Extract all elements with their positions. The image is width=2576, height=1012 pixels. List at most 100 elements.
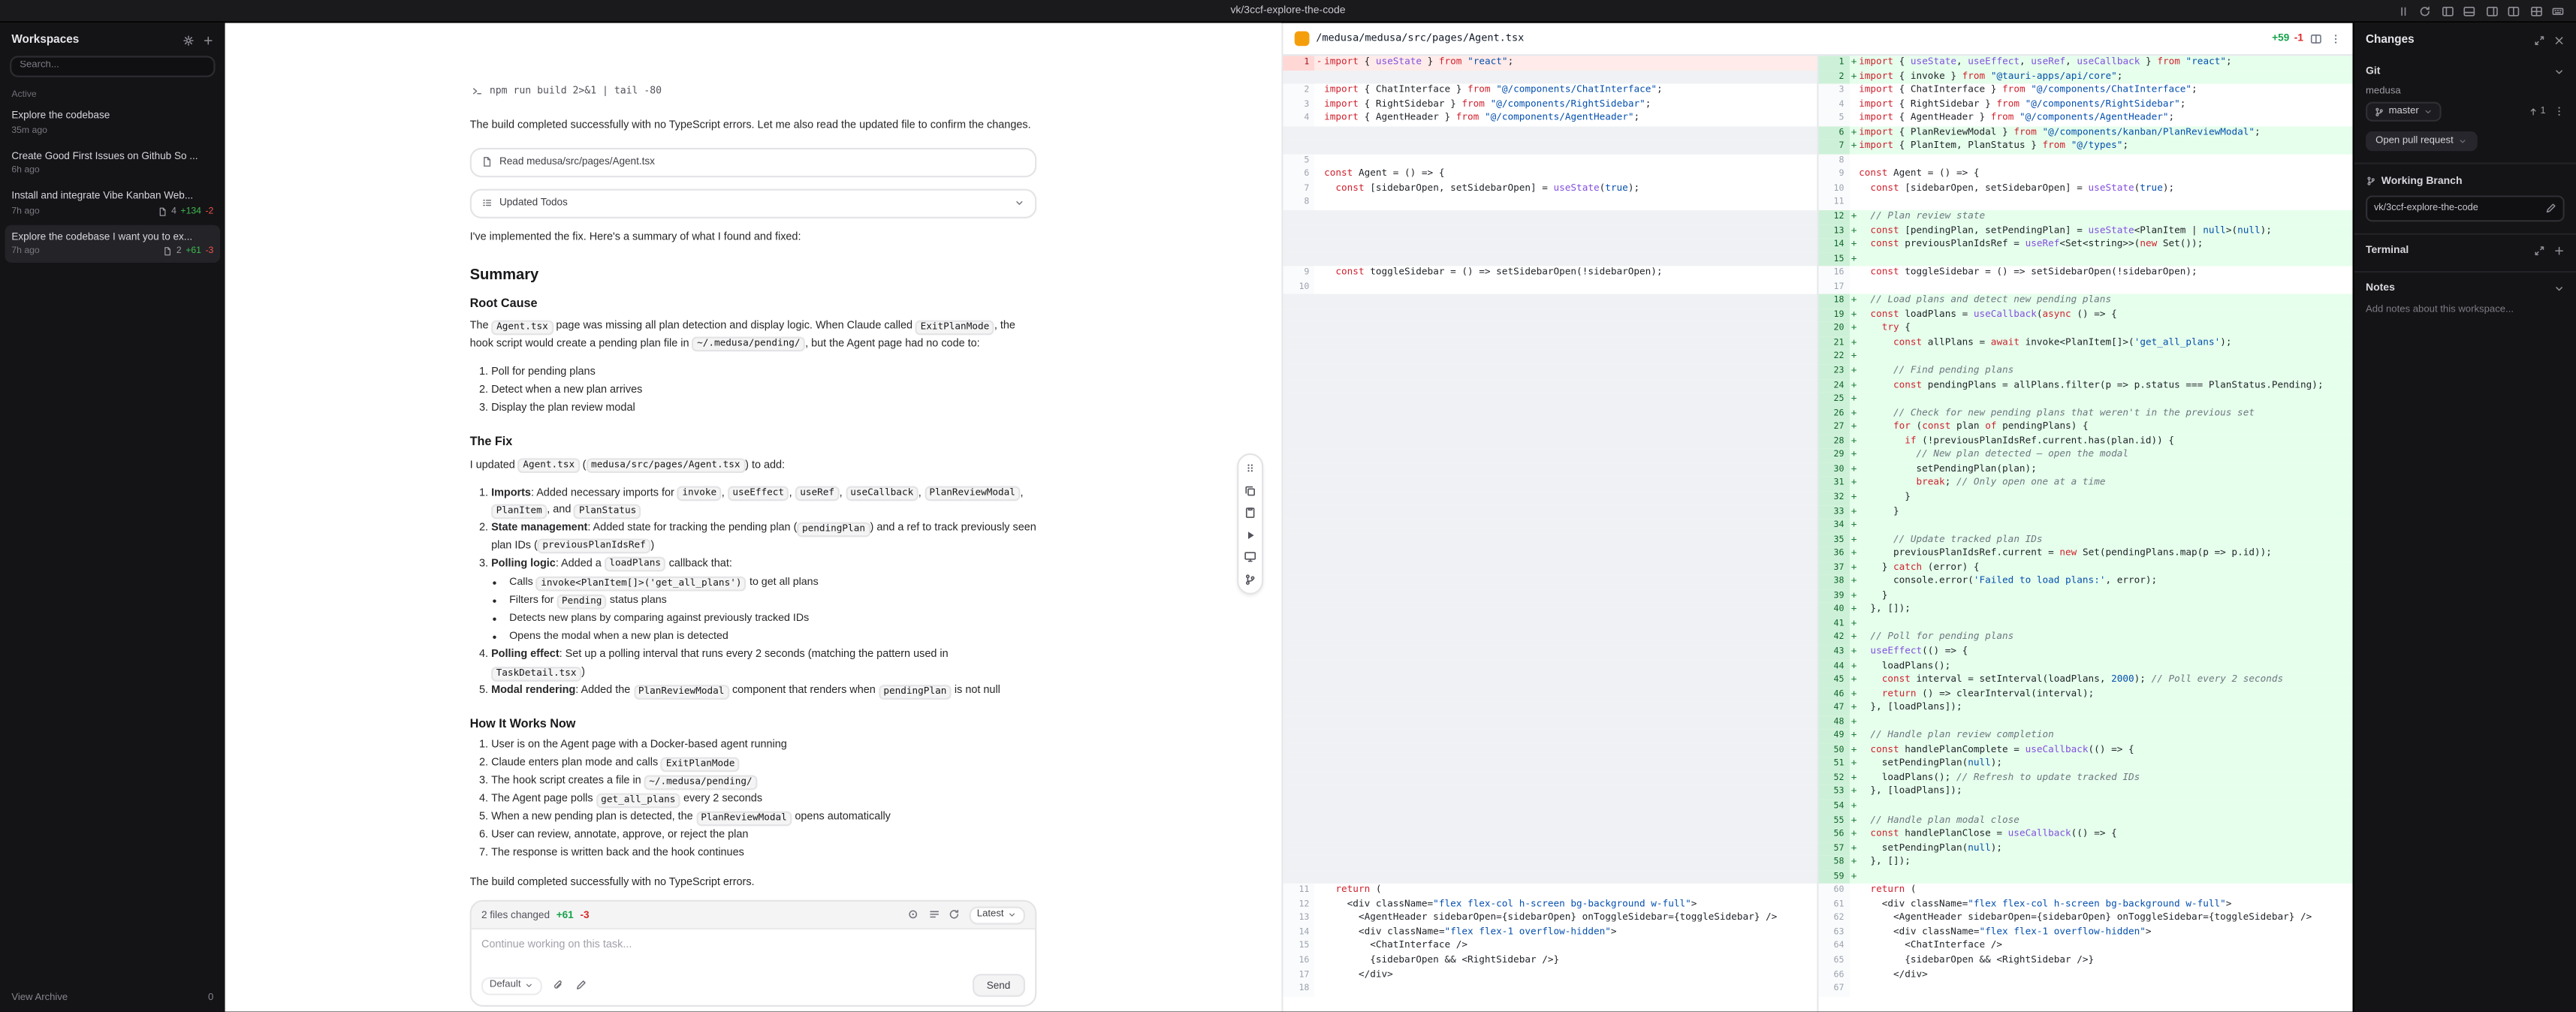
text-span: I updated	[470, 459, 518, 471]
diff-line: 13+ const [pendingPlan, setPendingPlan] …	[1817, 224, 2352, 239]
branch-selector[interactable]: master	[2366, 101, 2441, 122]
ordered-list: Poll for pending plansDetect when a new …	[470, 364, 1037, 420]
diff-line: 17 </div>	[1283, 968, 1816, 983]
split-columns-icon[interactable]	[2507, 4, 2520, 17]
diff-line: 9 const toggleSidebar = () => setSidebar…	[1283, 267, 1816, 281]
diff-line: 53+ }, [loadPlans]);	[1817, 786, 2352, 800]
line-number: 16	[1817, 267, 1849, 281]
code-text: {sidebarOpen && <RightSidebar />}	[1859, 954, 2352, 968]
open-pr-button[interactable]: Open pull request	[2366, 131, 2478, 151]
panel-bottom-icon[interactable]	[2463, 4, 2476, 17]
new-workspace-icon[interactable]	[201, 35, 213, 47]
line-number: 60	[1817, 884, 1849, 898]
text-span: : Added necessary imports for	[531, 487, 677, 498]
working-branch-field[interactable]: vk/3ccf-explore-the-code	[2366, 195, 2565, 221]
files-changed-bar[interactable]: 2 files changed +61 -3 Latest	[472, 902, 1035, 929]
git-section-label: Git	[2366, 66, 2380, 77]
working-branch-label-row: Working Branch	[2366, 175, 2463, 186]
line-number: 56	[1817, 828, 1849, 842]
run-icon[interactable]	[1244, 528, 1257, 541]
refresh-changes-icon[interactable]	[948, 908, 960, 920]
close-panel-icon[interactable]	[2552, 35, 2564, 47]
list-item: The hook script creates a file in ~/.med…	[491, 774, 1036, 791]
chat-transcript[interactable]: npm run build 2>&1 | tail -80The build c…	[470, 23, 1037, 900]
diff-line: 50+ const handlePlanComplete = useCallba…	[1817, 743, 2352, 757]
terminal-icon	[472, 85, 483, 96]
diff-body[interactable]: 1-import { useState } from "react"; 2 imp…	[1283, 56, 2352, 1011]
review-changes-icon[interactable]	[907, 908, 919, 920]
edit-message-icon[interactable]	[575, 979, 587, 991]
refresh-icon[interactable]	[2418, 4, 2432, 17]
more-options-icon[interactable]	[2329, 32, 2341, 44]
diff-line	[1283, 294, 1816, 309]
workspace-item[interactable]: Install and integrate Vibe Kanban Web...…	[5, 185, 221, 221]
diff-marker	[1314, 98, 1324, 112]
diff-marker: +	[1849, 786, 1859, 800]
copy-icon[interactable]	[1244, 483, 1257, 497]
notes-placeholder[interactable]: Add notes about this workspace...	[2366, 305, 2565, 315]
diff-line	[1283, 309, 1816, 323]
split-view-icon[interactable]	[2310, 32, 2322, 44]
changes-list-icon[interactable]	[928, 908, 940, 920]
preview-icon[interactable]	[1244, 550, 1257, 564]
commits-ahead-count: 1	[2540, 107, 2545, 116]
expand-panel-icon[interactable]	[2533, 35, 2545, 47]
version-dropdown[interactable]: Latest	[969, 905, 1025, 923]
diff-line	[1283, 351, 1816, 365]
diff-line: 8	[1817, 154, 2352, 168]
model-dropdown[interactable]: Default	[481, 976, 542, 994]
diff-marker: +	[1849, 688, 1859, 702]
diff-line: 10 const [sidebarOpen, setSidebarOpen] =…	[1817, 182, 2352, 197]
code-text: </div>	[1324, 968, 1816, 983]
deletions-count: -3	[580, 909, 589, 920]
line-number: 24	[1817, 378, 1849, 393]
inline-code: TaskDetail.tsx	[491, 666, 581, 681]
send-button[interactable]: Send	[972, 974, 1025, 997]
workspace-item-meta: 6h ago	[11, 166, 213, 176]
code-text: const Agent = () => {	[1859, 168, 2352, 182]
tool-call-chip[interactable]: npm run build 2>&1 | tail -80	[470, 76, 1037, 105]
view-archive-link[interactable]: View Archive	[11, 993, 68, 1003]
grid-layout-icon[interactable]	[2529, 4, 2543, 17]
notes-collapse-icon[interactable]	[2552, 282, 2564, 294]
tool-call-chip[interactable]: Read medusa/src/pages/Agent.tsx	[470, 148, 1037, 177]
inline-code: ~/.medusa/pending/	[692, 337, 806, 352]
diff-line: 2 import { ChatInterface } from "@/compo…	[1283, 84, 1816, 98]
message-input[interactable]	[481, 939, 1025, 964]
tool-call-chip[interactable]: Updated Todos	[470, 188, 1037, 218]
inline-code: pendingPlan	[879, 684, 952, 699]
panel-right-icon[interactable]	[2485, 4, 2499, 17]
chat-paragraph: I updated Agent.tsx (medusa/src/pages/Ag…	[470, 458, 1037, 475]
terminal-new-icon[interactable]	[2552, 244, 2564, 256]
code-text: }, []);	[1859, 604, 2352, 618]
git-collapse-icon[interactable]	[2552, 65, 2564, 77]
panel-left-icon[interactable]	[2441, 4, 2454, 17]
terminal-expand-icon[interactable]	[2533, 244, 2545, 256]
edit-branch-icon[interactable]	[2544, 202, 2556, 214]
git-branch-icon[interactable]	[1244, 572, 1257, 586]
diff-marker: +	[1849, 828, 1859, 842]
pause-icon[interactable]	[2396, 4, 2409, 17]
line-number: 61	[1817, 898, 1849, 912]
clipboard-icon[interactable]	[1244, 506, 1257, 520]
code-text: <div className="flex flex-col h-screen b…	[1859, 898, 2352, 912]
diff-line: 1-import { useState } from "react";	[1283, 56, 1816, 70]
code-text: const Agent = () => {	[1324, 168, 1816, 182]
settings-icon[interactable]	[182, 35, 195, 47]
message-input-box[interactable]: Default Send	[472, 929, 1035, 1005]
workspace-item[interactable]: Explore the codebase I want you to ex...…	[5, 225, 221, 262]
code-text	[1859, 870, 2352, 884]
chevron-down-icon	[1014, 197, 1025, 209]
diff-line	[1283, 491, 1816, 505]
diff-marker	[1314, 182, 1324, 197]
diff-line	[1283, 533, 1816, 547]
diff-line: 29+ // New plan detected — open the moda…	[1817, 449, 2352, 463]
workspace-item-title: Create Good First Issues on Github So ..…	[11, 150, 213, 161]
workspace-item[interactable]: Explore the codebase35m ago	[5, 104, 221, 141]
attach-icon[interactable]	[552, 979, 564, 991]
workspace-item[interactable]: Create Good First Issues on Github So ..…	[5, 145, 221, 182]
drag-handle-icon[interactable]	[1244, 462, 1257, 475]
keyboard-icon[interactable]	[2551, 4, 2565, 17]
search-input[interactable]	[10, 55, 215, 76]
git-more-icon[interactable]	[2552, 105, 2564, 117]
